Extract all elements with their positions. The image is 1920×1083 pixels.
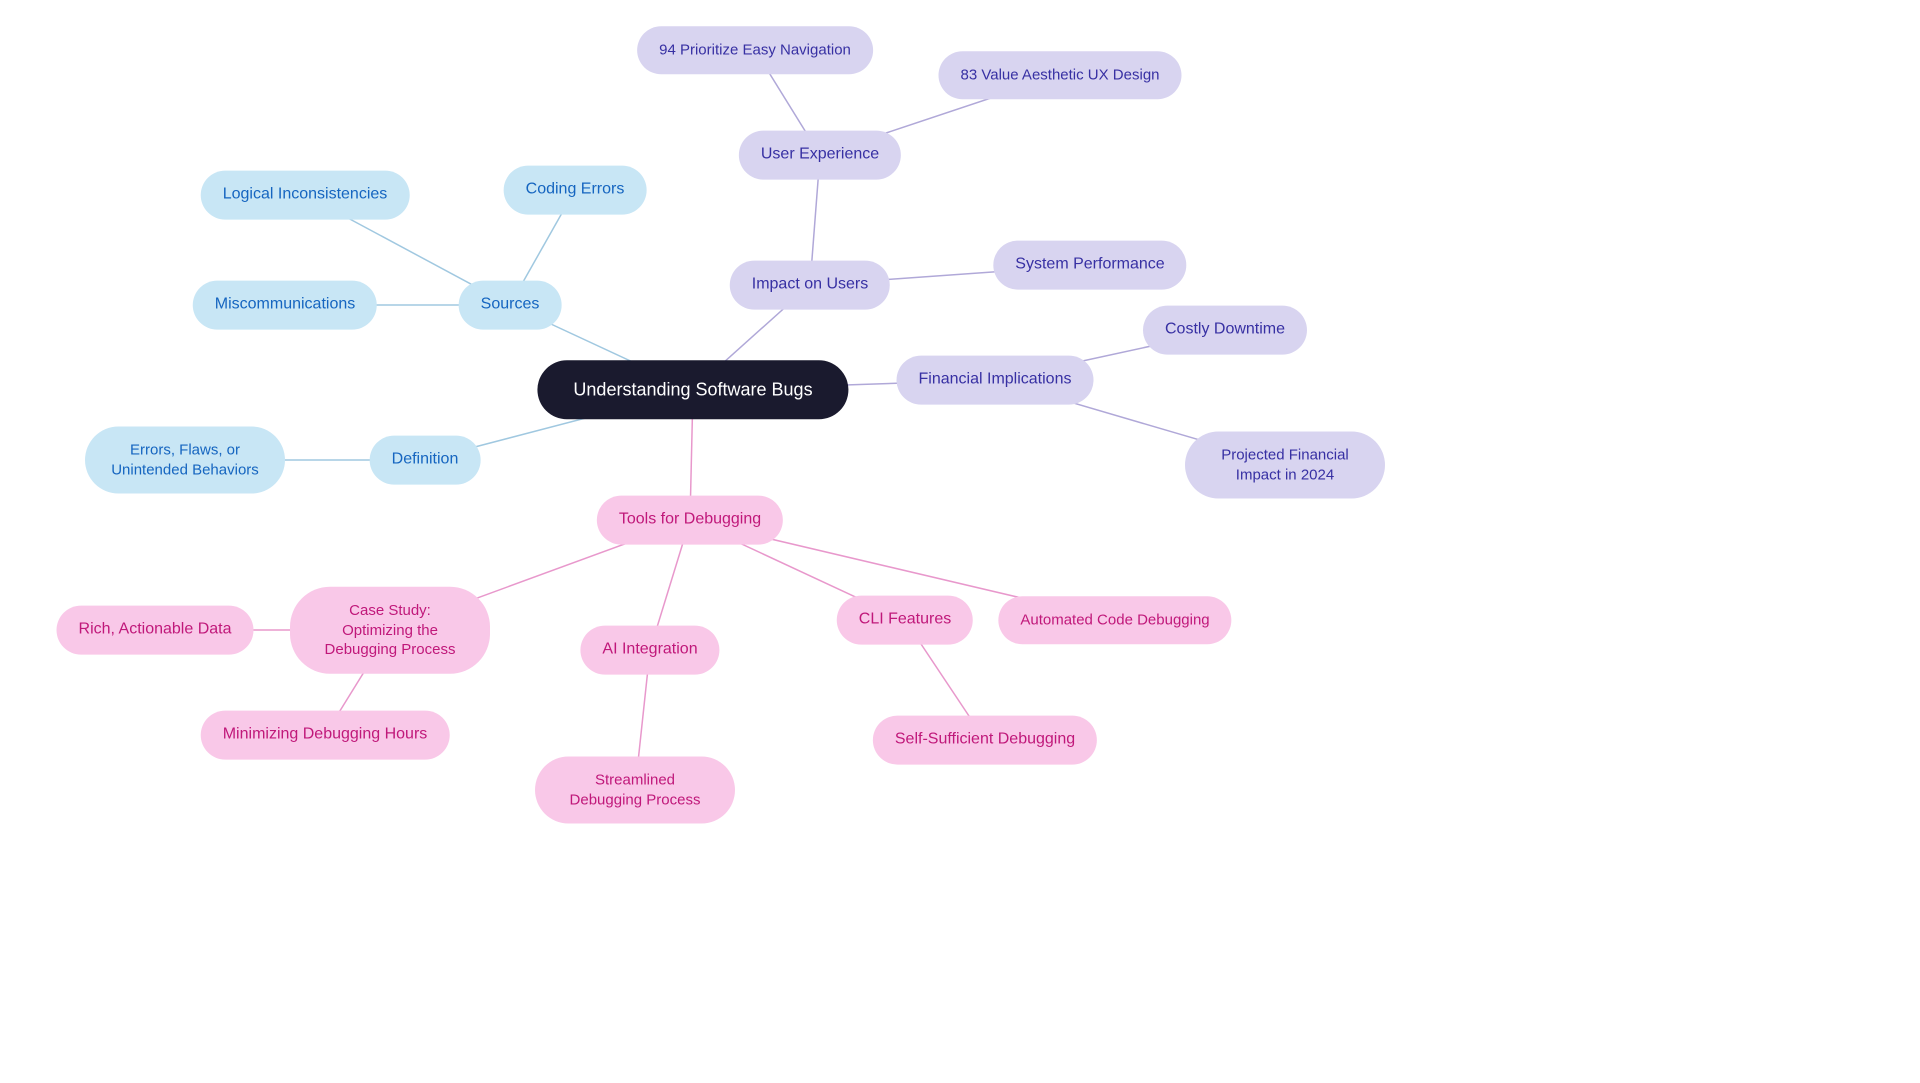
node-streamlined[interactable]: Streamlined Debugging Process bbox=[535, 757, 735, 824]
node-cli[interactable]: CLI Features bbox=[837, 596, 973, 645]
node-user_exp[interactable]: User Experience bbox=[739, 131, 901, 180]
node-impact_users[interactable]: Impact on Users bbox=[730, 261, 890, 310]
node-nav94[interactable]: 94 Prioritize Easy Navigation bbox=[637, 26, 873, 74]
mindmap-container: Understanding Software Bugs Sources Logica… bbox=[0, 0, 1920, 1083]
node-errors[interactable]: Errors, Flaws, or Unintended Behaviors bbox=[85, 427, 285, 494]
node-sources[interactable]: Sources bbox=[459, 281, 562, 330]
center-node[interactable]: Understanding Software Bugs bbox=[537, 360, 848, 419]
node-min_hours[interactable]: Minimizing Debugging Hours bbox=[201, 711, 450, 760]
node-self_suf[interactable]: Self-Sufficient Debugging bbox=[873, 716, 1097, 765]
node-rich_data[interactable]: Rich, Actionable Data bbox=[57, 606, 254, 655]
node-sys_perf[interactable]: System Performance bbox=[993, 241, 1186, 290]
node-auto_debug[interactable]: Automated Code Debugging bbox=[998, 596, 1231, 644]
node-case_study[interactable]: Case Study: Optimizing the Debugging Pro… bbox=[290, 587, 490, 674]
node-proj_fin[interactable]: Projected Financial Impact in 2024 bbox=[1185, 432, 1385, 499]
node-costly[interactable]: Costly Downtime bbox=[1143, 306, 1307, 355]
node-tools[interactable]: Tools for Debugging bbox=[597, 496, 783, 545]
node-ai_int[interactable]: AI Integration bbox=[580, 626, 719, 675]
node-miscomm[interactable]: Miscommunications bbox=[193, 281, 377, 330]
node-definition[interactable]: Definition bbox=[370, 436, 481, 485]
node-ux83[interactable]: 83 Value Aesthetic UX Design bbox=[938, 51, 1181, 99]
node-logical[interactable]: Logical Inconsistencies bbox=[201, 171, 410, 220]
node-coding[interactable]: Coding Errors bbox=[504, 166, 647, 215]
node-fin_impl[interactable]: Financial Implications bbox=[897, 356, 1094, 405]
connections-svg bbox=[0, 0, 1920, 1083]
